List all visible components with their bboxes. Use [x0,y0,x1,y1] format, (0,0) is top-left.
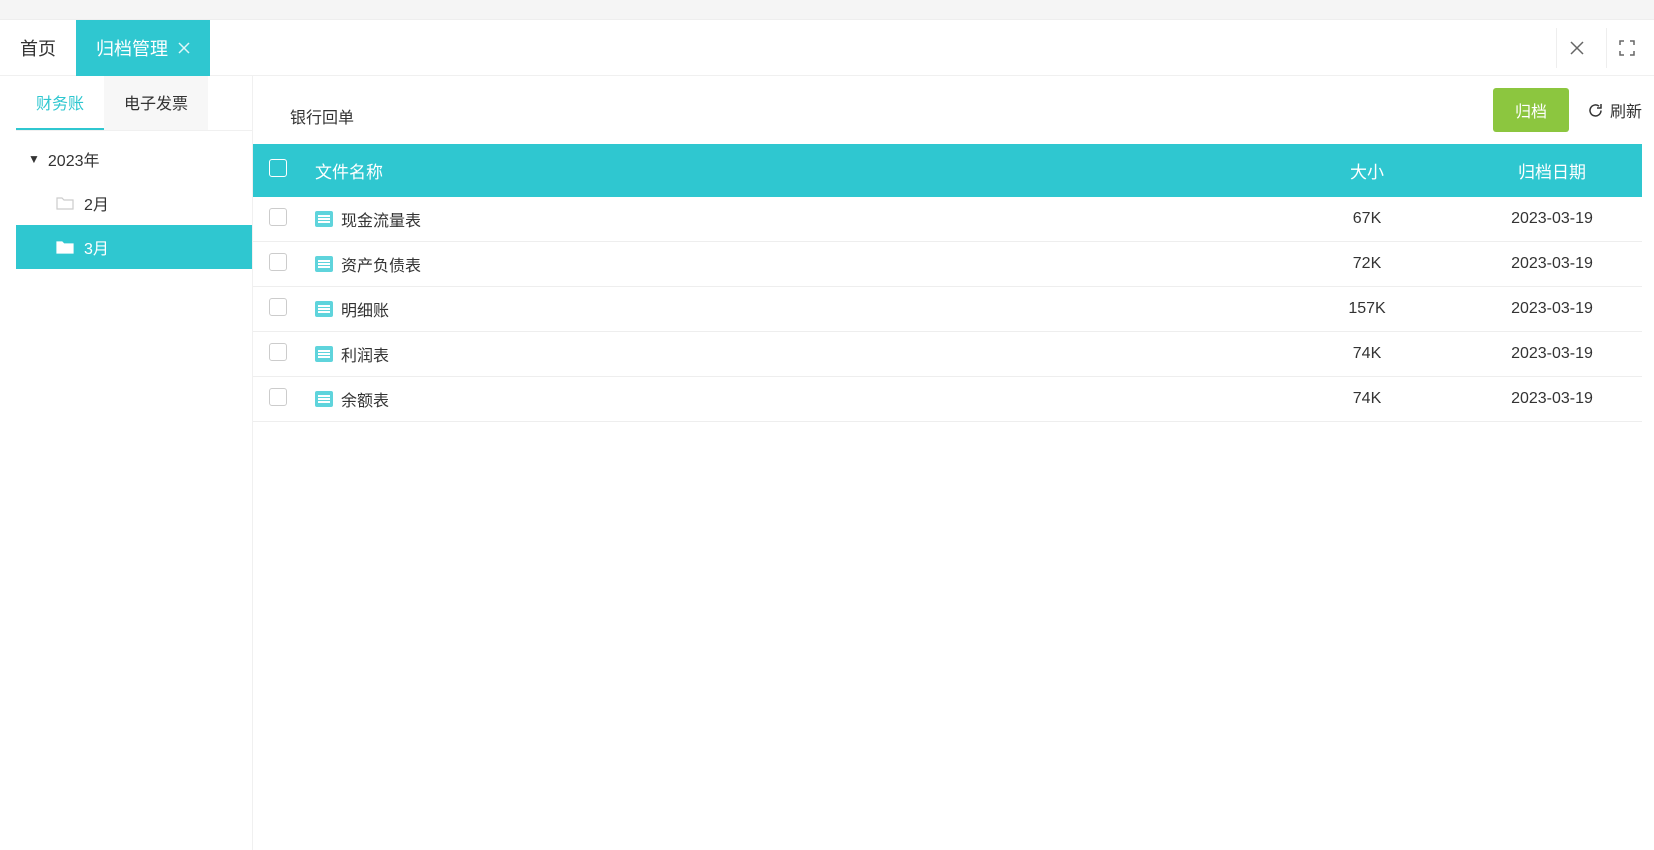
file-table: 文件名称 大小 归档日期 现金流量表 67K 2023-03-19 资产负债表 … [253,144,1642,422]
close-window-button[interactable] [1556,28,1596,68]
top-bar [0,0,1654,20]
row-size-cell: 72K [1272,242,1462,287]
row-checkbox[interactable] [269,253,287,271]
left-panel: 财务账 电子发票 ▼ 2023年 2月 3月 [16,76,253,850]
right-panel: 银行回单 归档 刷新 文件名称 大小 归档日期 [253,76,1654,850]
spreadsheet-icon [315,301,333,317]
row-checkbox[interactable] [269,298,287,316]
row-date-cell: 2023-03-19 [1462,332,1642,377]
refresh-icon [1587,102,1604,119]
tab-home-label: 首页 [20,35,56,61]
spreadsheet-icon [315,391,333,407]
header-size: 大小 [1272,144,1462,197]
table-row[interactable]: 余额表 74K 2023-03-19 [253,377,1642,422]
file-name: 利润表 [341,342,389,366]
file-name: 明细账 [341,297,389,321]
row-name-cell: 明细账 [303,287,1272,332]
tab-bar-right [1556,20,1646,76]
folder-icon [56,240,74,254]
sub-tab-finance-label: 财务账 [36,96,84,113]
archive-button[interactable]: 归档 [1493,88,1569,132]
row-checkbox[interactable] [269,388,287,406]
row-size-cell: 67K [1272,197,1462,242]
spreadsheet-icon [315,346,333,362]
tab-bar: 首页 归档管理 [0,20,1654,76]
row-name-cell: 余额表 [303,377,1272,422]
tree-year-label: 2023年 [48,147,100,171]
row-checkbox-cell [253,332,303,377]
row-checkbox[interactable] [269,343,287,361]
tab-home[interactable]: 首页 [0,20,76,76]
header-checkbox-cell [253,144,303,197]
sub-tab-einvoice[interactable]: 电子发票 [104,76,208,130]
sub-tabs: 财务账 电子发票 [16,76,252,131]
file-name: 现金流量表 [341,207,421,231]
main-area: 财务账 电子发票 ▼ 2023年 2月 3月 [0,76,1654,850]
file-name: 余额表 [341,387,389,411]
tree-month-label: 3月 [84,235,109,259]
tab-archive-label: 归档管理 [96,35,168,61]
file-name: 资产负债表 [341,252,421,276]
table-row[interactable]: 明细账 157K 2023-03-19 [253,287,1642,332]
row-date-cell: 2023-03-19 [1462,287,1642,332]
table-row[interactable]: 利润表 74K 2023-03-19 [253,332,1642,377]
row-name-cell: 资产负债表 [303,242,1272,287]
sub-tab-finance[interactable]: 财务账 [16,76,104,130]
header-name: 文件名称 [303,144,1272,197]
row-name-cell: 利润表 [303,332,1272,377]
archive-button-label: 归档 [1515,104,1547,121]
row-checkbox-cell [253,377,303,422]
caret-down-icon: ▼ [28,152,40,166]
tree: ▼ 2023年 2月 3月 [16,131,252,269]
row-checkbox[interactable] [269,208,287,226]
tab-archive[interactable]: 归档管理 [76,20,210,76]
refresh-button-label: 刷新 [1610,98,1642,122]
spreadsheet-icon [315,256,333,272]
row-size-cell: 74K [1272,377,1462,422]
close-icon[interactable] [178,42,190,54]
row-date-cell: 2023-03-19 [1462,242,1642,287]
row-checkbox-cell [253,197,303,242]
sub-tab-einvoice-label: 电子发票 [124,96,188,113]
refresh-button[interactable]: 刷新 [1587,98,1642,122]
row-size-cell: 157K [1272,287,1462,332]
table-row[interactable]: 资产负债表 72K 2023-03-19 [253,242,1642,287]
row-checkbox-cell [253,287,303,332]
fullscreen-button[interactable] [1606,28,1646,68]
toolbar: 银行回单 归档 刷新 [253,76,1642,144]
select-all-checkbox[interactable] [269,159,287,177]
row-date-cell: 2023-03-19 [1462,197,1642,242]
table-header-row: 文件名称 大小 归档日期 [253,144,1642,197]
sub-tab-bank[interactable]: 银行回单 [270,90,374,142]
spreadsheet-icon [315,211,333,227]
tree-month-node[interactable]: 3月 [16,225,252,269]
tree-month-label: 2月 [84,191,109,215]
tree-year-node[interactable]: ▼ 2023年 [16,137,252,181]
row-checkbox-cell [253,242,303,287]
tree-month-node[interactable]: 2月 [16,181,252,225]
row-name-cell: 现金流量表 [303,197,1272,242]
table-row[interactable]: 现金流量表 67K 2023-03-19 [253,197,1642,242]
header-date: 归档日期 [1462,144,1642,197]
row-size-cell: 74K [1272,332,1462,377]
sub-tab-bank-label: 银行回单 [290,110,354,127]
row-date-cell: 2023-03-19 [1462,377,1642,422]
folder-icon [56,196,74,210]
